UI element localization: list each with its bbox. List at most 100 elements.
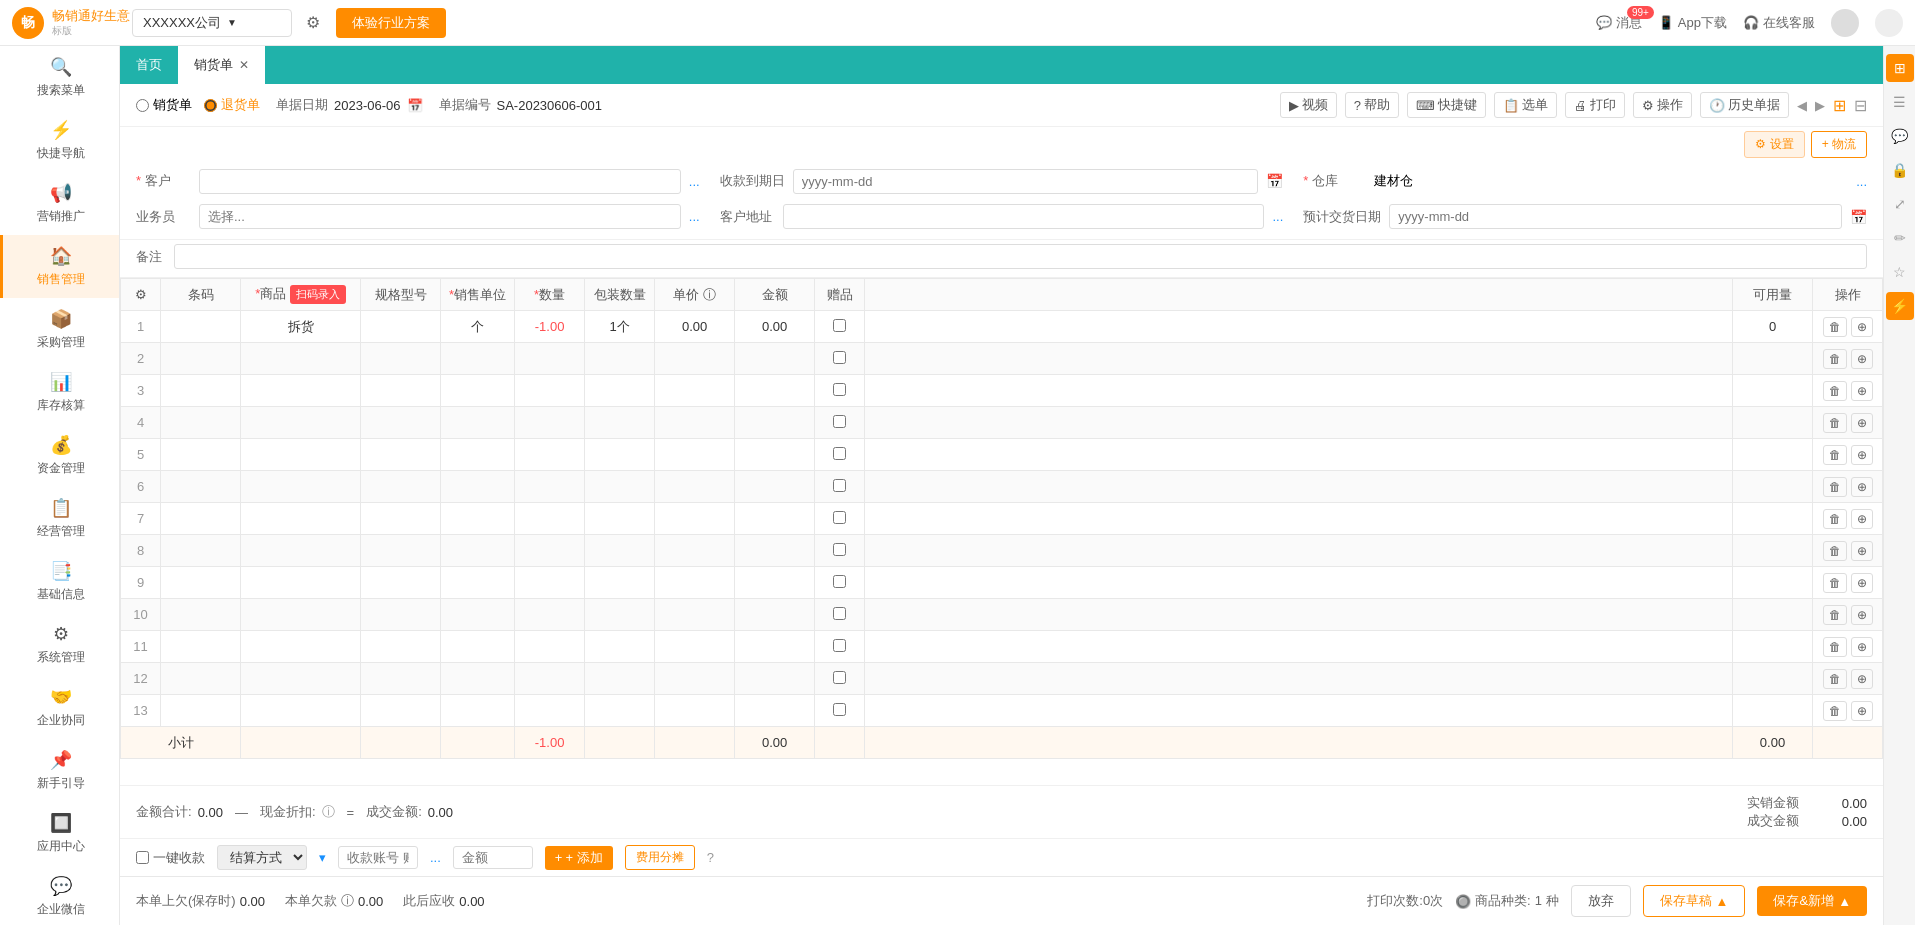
panel-lock-icon[interactable]: 🔒 — [1886, 156, 1914, 184]
pkg-1[interactable]: 1个 — [585, 311, 655, 343]
due-date-calendar-icon[interactable]: 📅 — [1266, 173, 1283, 189]
amount-1[interactable]: 0.00 — [735, 311, 815, 343]
user-avatar[interactable] — [1831, 9, 1859, 37]
unit-1[interactable]: 个 — [441, 311, 515, 343]
copy-row-1[interactable]: ⊕ — [1851, 317, 1873, 337]
delete-row-6[interactable]: 🗑 — [1823, 477, 1847, 497]
nav-prev-icon[interactable]: ◀ — [1797, 98, 1807, 113]
discount-info-icon[interactable]: ⓘ — [322, 803, 335, 821]
online-service-button[interactable]: 🎧 在线客服 — [1743, 14, 1815, 32]
one-click-payment-checkbox[interactable] — [136, 851, 149, 864]
copy-row-2[interactable]: ⊕ — [1851, 349, 1873, 369]
warehouse-select-icon[interactable]: ... — [1856, 174, 1867, 189]
note-input[interactable] — [174, 244, 1867, 269]
delete-row-5[interactable]: 🗑 — [1823, 445, 1847, 465]
product-2[interactable] — [241, 343, 361, 375]
customer-addr-input[interactable] — [783, 204, 1265, 229]
date-calendar-icon[interactable]: 📅 — [407, 98, 423, 113]
company-selector[interactable]: XXXXXX公司 ▼ — [132, 9, 292, 37]
print-button[interactable]: 🖨 打印 — [1565, 92, 1625, 118]
sidebar-item-marketing[interactable]: 📢 营销推广 — [0, 172, 119, 235]
payment-method-select[interactable]: 结算方式 — [217, 845, 307, 870]
qty-1[interactable]: -1.00 — [515, 311, 585, 343]
copy-row-12[interactable]: ⊕ — [1851, 669, 1873, 689]
spec-1[interactable] — [361, 311, 441, 343]
delete-row-10[interactable]: 🗑 — [1823, 605, 1847, 625]
customer-select-icon[interactable]: ... — [689, 174, 700, 189]
nav-next-icon[interactable]: ▶ — [1815, 98, 1825, 113]
user-avatar-2[interactable] — [1875, 9, 1903, 37]
message-button[interactable]: 💬 消息 99+ — [1596, 14, 1642, 32]
delete-row-4[interactable]: 🗑 — [1823, 413, 1847, 433]
gift-1[interactable] — [815, 311, 865, 343]
copy-row-9[interactable]: ⊕ — [1851, 573, 1873, 593]
tab-home[interactable]: 首页 — [120, 46, 178, 84]
sidebar-item-sales[interactable]: 🏠 销售管理 — [0, 235, 119, 298]
abandon-button[interactable]: 放弃 — [1571, 885, 1631, 917]
help-button[interactable]: ? 帮助 — [1345, 92, 1399, 118]
radio-return-order[interactable]: 退货单 — [204, 96, 260, 114]
add-payment-button[interactable]: + + 添加 — [545, 846, 613, 870]
panel-expand-icon[interactable]: ⤢ — [1886, 190, 1914, 218]
save-new-button[interactable]: 保存&新增 ▲ — [1757, 886, 1867, 916]
sidebar-item-inventory[interactable]: 📊 库存核算 — [0, 361, 119, 424]
expense-info-icon[interactable]: ? — [707, 850, 714, 865]
spec-2[interactable] — [361, 343, 441, 375]
sidebar-item-quick-nav[interactable]: ⚡ 快捷导航 — [0, 109, 119, 172]
app-download-button[interactable]: 📱 App下载 — [1658, 14, 1727, 32]
price-2[interactable] — [655, 343, 735, 375]
overdue-info-icon[interactable]: ⓘ — [341, 892, 354, 910]
price-1[interactable]: 0.00 — [655, 311, 735, 343]
sidebar-item-guide[interactable]: 📌 新手引导 — [0, 739, 119, 802]
delete-row-9[interactable]: 🗑 — [1823, 573, 1847, 593]
trial-button[interactable]: 体验行业方案 — [336, 8, 446, 38]
panel-star-icon[interactable]: ☆ — [1886, 258, 1914, 286]
sidebar-item-search[interactable]: 🔍 搜索菜单 — [0, 46, 119, 109]
radio-sales-order[interactable]: 销货单 — [136, 96, 192, 114]
sidebar-item-system[interactable]: ⚙ 系统管理 — [0, 613, 119, 676]
sidebar-item-wechat[interactable]: 💬 企业微信 — [0, 865, 119, 925]
qty-2[interactable] — [515, 343, 585, 375]
copy-row-6[interactable]: ⊕ — [1851, 477, 1873, 497]
select-order-button[interactable]: 📋 选单 — [1494, 92, 1557, 118]
gift-2[interactable] — [815, 343, 865, 375]
panel-orange-action-icon[interactable]: ⚡ — [1886, 292, 1914, 320]
settings-gear-button[interactable]: ⚙ — [298, 8, 328, 38]
salesperson-input[interactable] — [199, 204, 681, 229]
product-1[interactable]: 拆货 — [241, 311, 361, 343]
delete-row-7[interactable]: 🗑 — [1823, 509, 1847, 529]
panel-grid-icon[interactable]: ⊞ — [1886, 54, 1914, 82]
tab-close-icon[interactable]: ✕ — [239, 58, 249, 72]
view-mode-list-icon[interactable]: ⊟ — [1854, 96, 1867, 115]
shortcut-button[interactable]: ⌨ 快捷键 — [1407, 92, 1486, 118]
account-dots[interactable]: ... — [430, 850, 441, 865]
panel-chat-icon[interactable]: 💬 — [1886, 122, 1914, 150]
view-mode-grid-icon[interactable]: ⊞ — [1833, 96, 1846, 115]
expected-date-calendar-icon[interactable]: 📅 — [1850, 209, 1867, 225]
unit-2[interactable] — [441, 343, 515, 375]
panel-edit-icon[interactable]: ✏ — [1886, 224, 1914, 252]
panel-list-icon[interactable]: ☰ — [1886, 88, 1914, 116]
due-date-input[interactable] — [793, 169, 1259, 194]
copy-row-10[interactable]: ⊕ — [1851, 605, 1873, 625]
history-button[interactable]: 🕐 历史单据 — [1700, 92, 1789, 118]
one-click-payment-label[interactable]: 一键收款 — [136, 849, 205, 867]
delete-row-2[interactable]: 🗑 — [1823, 349, 1847, 369]
amount-2[interactable] — [735, 343, 815, 375]
delete-row-13[interactable]: 🗑 — [1823, 701, 1847, 721]
col-header-settings[interactable]: ⚙ — [121, 279, 161, 311]
tab-sales-order[interactable]: 销货单 ✕ — [178, 46, 265, 84]
sidebar-item-operations[interactable]: 📋 经营管理 — [0, 487, 119, 550]
addr-select-icon[interactable]: ... — [1272, 209, 1283, 224]
form-settings-button[interactable]: ⚙ 设置 — [1744, 131, 1804, 158]
operation-button[interactable]: ⚙ 操作 — [1633, 92, 1692, 118]
video-button[interactable]: ▶ 视频 — [1280, 92, 1337, 118]
pkg-2[interactable] — [585, 343, 655, 375]
save-draft-button[interactable]: 保存草稿 ▲ — [1643, 885, 1746, 917]
payment-amount-input[interactable] — [453, 846, 533, 869]
barcode-1[interactable] — [161, 311, 241, 343]
logistics-button[interactable]: + 物流 — [1811, 131, 1867, 158]
copy-row-11[interactable]: ⊕ — [1851, 637, 1873, 657]
payment-method-dots[interactable]: ▾ — [319, 850, 326, 865]
salesperson-select-icon[interactable]: ... — [689, 209, 700, 224]
